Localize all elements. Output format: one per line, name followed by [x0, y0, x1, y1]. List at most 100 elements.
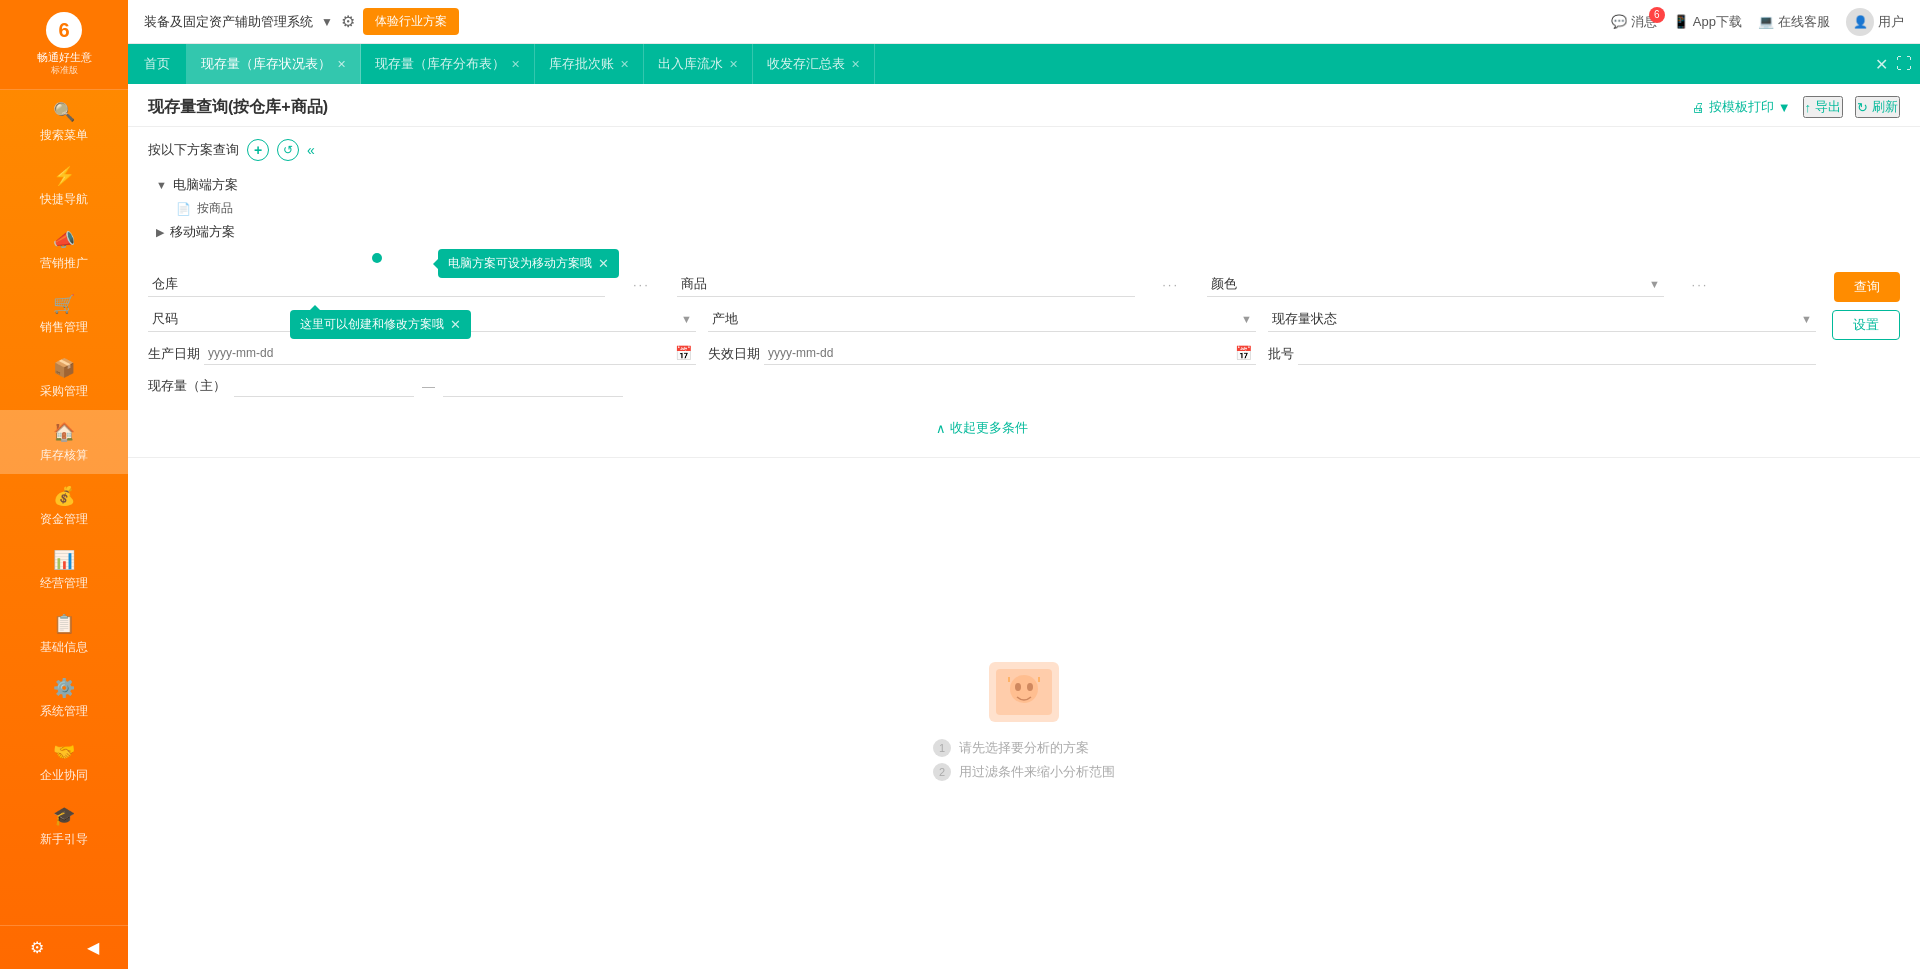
- tab-minimize-btn[interactable]: ✕: [1875, 55, 1888, 74]
- tab-collect-summary[interactable]: 收发存汇总表 ✕: [753, 44, 875, 84]
- origin-label: 产地: [712, 310, 738, 328]
- tab-close-icon[interactable]: ✕: [337, 58, 346, 71]
- produce-date-field-wrapper: 生产日期 📅: [148, 342, 696, 365]
- svg-point-4: [1027, 683, 1033, 691]
- tab-batch-account[interactable]: 库存批次账 ✕: [535, 44, 644, 84]
- sidebar-item-quick[interactable]: ⚡ 快捷导航: [0, 154, 128, 218]
- warehouse-icon: 🏠: [52, 420, 76, 444]
- sidebar-item-basic[interactable]: 📋 基础信息: [0, 602, 128, 666]
- tab-home[interactable]: 首页: [128, 44, 187, 84]
- sidebar-item-enterprise[interactable]: 🤝 企业协同: [0, 730, 128, 794]
- color-field[interactable]: 颜色 ▼: [1207, 272, 1664, 297]
- step-1-label: 请先选择要分析的方案: [959, 739, 1089, 757]
- scheme-mobile-item[interactable]: ▶ 移动端方案: [148, 220, 1900, 244]
- header-right: 💬 6 消息 📱 App下载 💻 在线客服 👤 用户: [1611, 8, 1904, 36]
- sidebar-item-label: 快捷导航: [40, 191, 88, 208]
- sidebar-item-system[interactable]: ⚙️ 系统管理: [0, 666, 128, 730]
- warehouse-dots[interactable]: ···: [611, 277, 671, 292]
- goods-dots[interactable]: ···: [1141, 277, 1201, 292]
- calendar-icon-2[interactable]: 📅: [1235, 345, 1252, 361]
- tab-maximize-btn[interactable]: ⛶: [1896, 55, 1912, 73]
- user-label: 用户: [1878, 13, 1904, 31]
- print-button[interactable]: 🖨 按模板打印 ▼: [1692, 98, 1791, 116]
- size-label: 尺码: [152, 310, 178, 328]
- sidebar-item-label: 销售管理: [40, 319, 88, 336]
- produce-date-input[interactable]: 📅: [204, 342, 696, 365]
- refresh-button[interactable]: ↻ 刷新: [1855, 96, 1900, 118]
- sidebar-item-label: 库存核算: [40, 447, 88, 464]
- calendar-icon[interactable]: 📅: [675, 345, 692, 361]
- tab-close-icon[interactable]: ✕: [511, 58, 520, 71]
- cart-icon: 🛒: [52, 292, 76, 316]
- tab-in-out-flow[interactable]: 出入库流水 ✕: [644, 44, 753, 84]
- warehouse-label: 仓库: [152, 275, 178, 293]
- stock-qty-to[interactable]: [443, 375, 623, 397]
- collapse-sidebar-btn[interactable]: ◀: [83, 934, 103, 961]
- action-column: 查询 设置: [1832, 272, 1900, 445]
- sidebar-item-sales[interactable]: 🛒 销售管理: [0, 282, 128, 346]
- sidebar-item-label: 新手引导: [40, 831, 88, 848]
- filter-back-button[interactable]: «: [307, 142, 315, 158]
- filter-fields-area: 仓库 ··· 商品 ··· 颜色 ▼ ···: [128, 264, 1920, 458]
- range-separator: —: [422, 379, 435, 394]
- collapse-button[interactable]: ∧ 收起更多条件: [148, 411, 1816, 441]
- sidebar-item-finance[interactable]: 💰 资金管理: [0, 474, 128, 538]
- batch-input[interactable]: [1298, 343, 1816, 365]
- search-button[interactable]: 查询: [1834, 272, 1900, 302]
- scheme-pc-item[interactable]: ▼ 电脑端方案: [148, 173, 1900, 197]
- expire-date-field-wrapper: 失效日期 📅: [708, 342, 1256, 365]
- sidebar-item-inventory[interactable]: 🏠 库存核算: [0, 410, 128, 474]
- step-num-2: 2: [933, 763, 951, 781]
- origin-field[interactable]: 产地 ▼: [708, 307, 1256, 332]
- sidebar-item-marketing[interactable]: 📣 营销推广: [0, 218, 128, 282]
- page-header-actions: 🖨 按模板打印 ▼ ↑ 导出 ↻ 刷新: [1692, 96, 1900, 118]
- expire-date-input[interactable]: 📅: [764, 342, 1256, 365]
- dot-indicator: [372, 253, 382, 263]
- tab-close-icon[interactable]: ✕: [729, 58, 738, 71]
- color-dots[interactable]: ···: [1670, 277, 1730, 292]
- svg-point-2: [1010, 675, 1038, 703]
- tooltip-create-close[interactable]: ✕: [450, 317, 461, 332]
- tab-close-icon[interactable]: ✕: [851, 58, 860, 71]
- app-download-item[interactable]: 📱 App下载: [1673, 13, 1742, 31]
- stock-qty-from[interactable]: [234, 375, 414, 397]
- sidebar-item-search[interactable]: 🔍 搜索菜单: [0, 90, 128, 154]
- message-item[interactable]: 💬 6 消息: [1611, 13, 1657, 31]
- scheme-sub-item[interactable]: 📄 按商品: [168, 197, 1900, 220]
- tab-inventory-status[interactable]: 现存量（库存状况表） ✕: [187, 44, 361, 84]
- stock-status-field[interactable]: 现存量状态 ▼: [1268, 307, 1816, 332]
- empty-step-1: 1 请先选择要分析的方案: [933, 739, 1115, 757]
- header-gear-icon[interactable]: ⚙: [341, 12, 355, 31]
- solution-button[interactable]: 体验行业方案: [363, 8, 459, 35]
- print-dropdown-icon: ▼: [1778, 100, 1791, 115]
- expire-date-from[interactable]: [768, 346, 848, 360]
- tooltip-pc-close[interactable]: ✕: [598, 256, 609, 271]
- filter-fields-grid: 仓库 ··· 商品 ··· 颜色 ▼ ···: [148, 272, 1816, 445]
- batch-input-field[interactable]: [1302, 346, 1812, 361]
- tab-inventory-dist[interactable]: 现存量（库存分布表） ✕: [361, 44, 535, 84]
- sidebar-item-guide[interactable]: 🎓 新手引导: [0, 794, 128, 858]
- tab-home-label: 首页: [144, 55, 170, 73]
- settings-footer-btn[interactable]: ⚙: [26, 934, 48, 961]
- sidebar-item-label: 搜索菜单: [40, 127, 88, 144]
- setting-button[interactable]: 设置: [1832, 310, 1900, 340]
- sidebar-item-label: 经营管理: [40, 575, 88, 592]
- tab-close-icon[interactable]: ✕: [620, 58, 629, 71]
- stock-qty-to-input[interactable]: [449, 378, 617, 393]
- export-button[interactable]: ↑ 导出: [1803, 96, 1844, 118]
- money-icon: 💰: [52, 484, 76, 508]
- stock-status-label: 现存量状态: [1272, 310, 1337, 328]
- stock-qty-from-input[interactable]: [240, 378, 408, 393]
- empty-step-2: 2 用过滤条件来缩小分析范围: [933, 763, 1115, 781]
- tooltip-pc-text: 电脑方案可设为移动方案哦: [448, 255, 592, 272]
- produce-date-from[interactable]: [208, 346, 288, 360]
- online-service-item[interactable]: 💻 在线客服: [1758, 13, 1830, 31]
- export-icon: ↑: [1805, 100, 1812, 115]
- sidebar-item-purchase[interactable]: 📦 采购管理: [0, 346, 128, 410]
- system-dropdown-icon[interactable]: ▼: [321, 15, 333, 29]
- print-label: 按模板打印: [1709, 98, 1774, 116]
- filter-reset-button[interactable]: ↺: [277, 139, 299, 161]
- user-item[interactable]: 👤 用户: [1846, 8, 1904, 36]
- sidebar-item-operation[interactable]: 📊 经营管理: [0, 538, 128, 602]
- filter-add-button[interactable]: +: [247, 139, 269, 161]
